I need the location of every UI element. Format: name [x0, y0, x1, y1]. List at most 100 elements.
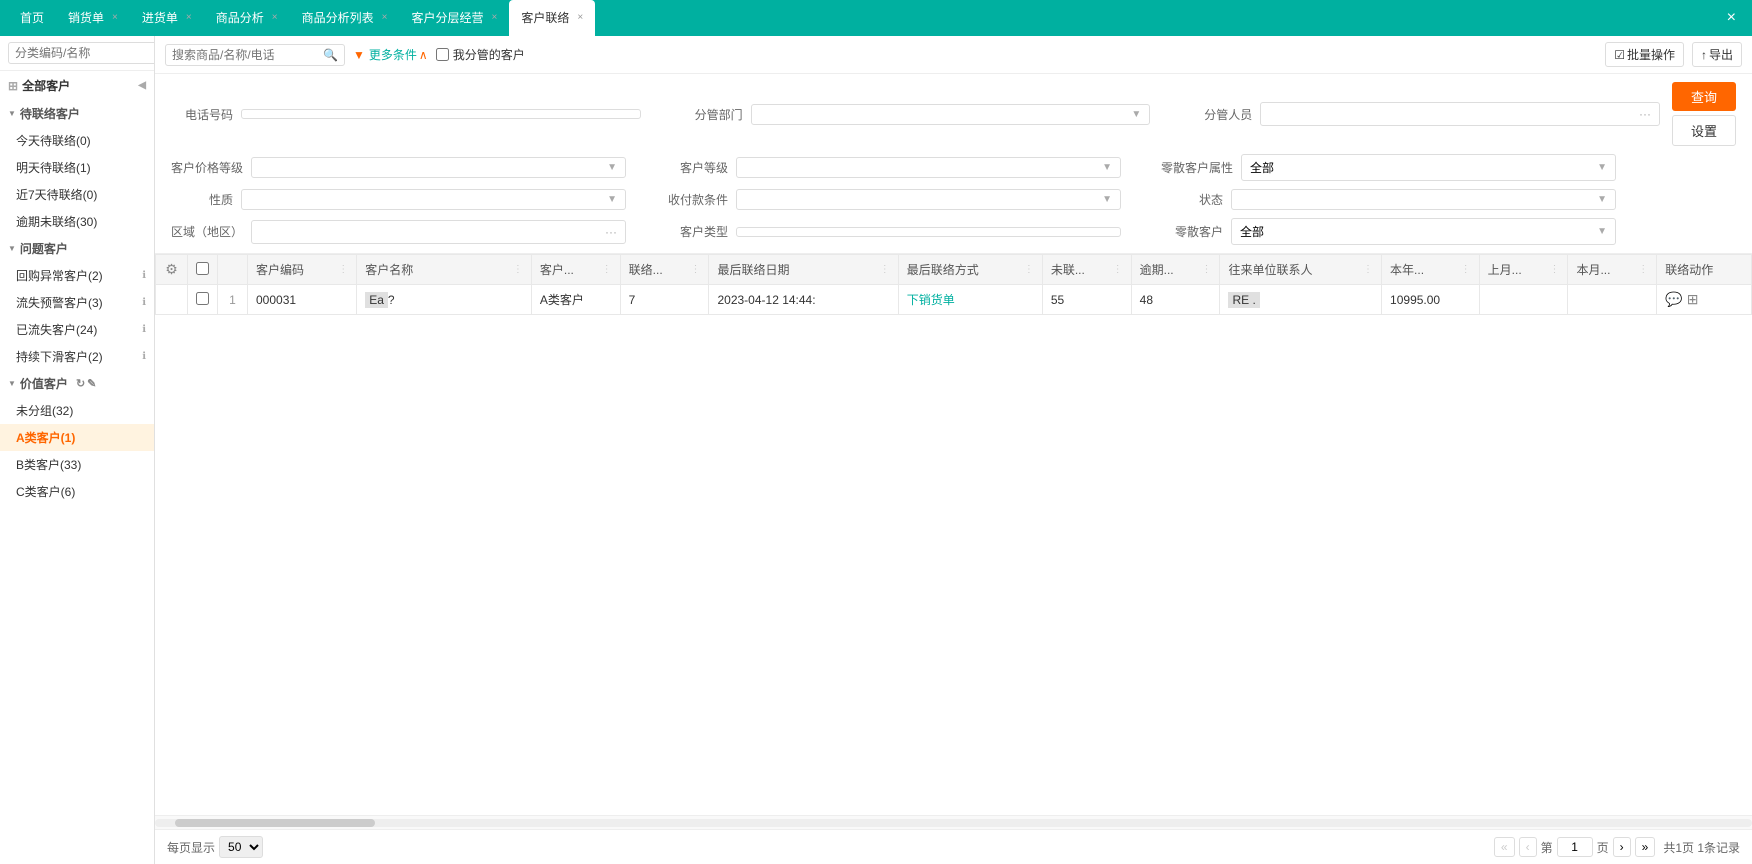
sidebar-item-churn-warning[interactable]: 流失预警客户(3) ℹ: [0, 289, 154, 316]
page-number-input[interactable]: [1557, 837, 1593, 857]
sidebar-item-overdue[interactable]: 逾期未联络(30): [0, 208, 154, 235]
sidebar-item-declining[interactable]: 持续下滑客户(2) ℹ: [0, 343, 154, 370]
info-icon-1: ℹ: [142, 270, 146, 281]
sidebar-item-today[interactable]: 今天待联络(0): [0, 127, 154, 154]
th-customer-name[interactable]: 客户名称 ⋮: [357, 255, 532, 285]
collapse-icon: ◀: [138, 80, 146, 91]
person-input[interactable]: ···: [1260, 102, 1660, 126]
sidebar-item-churned[interactable]: 已流失客户(24) ℹ: [0, 316, 154, 343]
close-product-analysis-tab[interactable]: ×: [272, 0, 278, 36]
select-all-checkbox[interactable]: [196, 262, 209, 275]
resize-handle-2[interactable]: ⋮: [513, 264, 523, 275]
resize-handle-10[interactable]: ⋮: [1461, 264, 1471, 275]
refresh-icon[interactable]: ↻: [76, 377, 85, 390]
th-last-contact-date[interactable]: 最后联络日期 ⋮: [709, 255, 898, 285]
nav-product-analysis[interactable]: 商品分析 ×: [204, 0, 290, 36]
sidebar-item-7days[interactable]: 近7天待联络(0): [0, 181, 154, 208]
last-page-button[interactable]: »: [1635, 837, 1656, 857]
resize-handle-5[interactable]: ⋮: [880, 264, 890, 275]
phone-input[interactable]: [241, 109, 641, 119]
resize-handle[interactable]: ⋮: [338, 264, 348, 275]
dept-input[interactable]: ▼: [751, 104, 1151, 125]
th-customer-type[interactable]: 客户... ⋮: [531, 255, 620, 285]
next-page-button[interactable]: ›: [1613, 837, 1631, 857]
filter-search-icon[interactable]: 🔍: [323, 48, 338, 62]
last-contact-link[interactable]: 下销货单: [907, 293, 955, 307]
th-this-year[interactable]: 本年... ⋮: [1382, 255, 1480, 285]
resize-handle-12[interactable]: ⋮: [1638, 264, 1648, 275]
sidebar-value-header[interactable]: ▼ 价值客户 ↻ ✎: [0, 370, 154, 397]
payment-input[interactable]: ▼: [736, 189, 1121, 210]
sidebar-pending-header[interactable]: ▼ 待联络客户: [0, 100, 154, 127]
comment-icon[interactable]: 💬: [1665, 291, 1682, 308]
th-unit-contact[interactable]: 往来单位联系人 ⋮: [1220, 255, 1382, 285]
nav-customer-tier[interactable]: 客户分层经营 ×: [399, 0, 509, 36]
resize-handle-6[interactable]: ⋮: [1024, 264, 1034, 275]
close-all-button[interactable]: ×: [1719, 9, 1744, 27]
batch-icon: ☑: [1614, 48, 1625, 62]
sidebar-item-b-class[interactable]: B类客户(33): [0, 451, 154, 478]
settings-button[interactable]: 设置: [1672, 115, 1736, 146]
sidebar-item-ungrouped[interactable]: 未分组(32): [0, 397, 154, 424]
scrollbar-thumb[interactable]: [175, 819, 375, 827]
sidebar-item-a-class[interactable]: A类客户(1): [0, 424, 154, 451]
sidebar-item-repurchase-abnormal[interactable]: 回购异常客户(2) ℹ: [0, 262, 154, 289]
qr-icon[interactable]: ⊞: [1687, 291, 1699, 308]
nature-input[interactable]: ▼: [241, 189, 626, 210]
close-product-list-tab[interactable]: ×: [382, 0, 388, 36]
nav-product-list[interactable]: 商品分析列表 ×: [290, 0, 400, 36]
customer-type-input[interactable]: [736, 227, 1121, 237]
sidebar-search-input[interactable]: [8, 42, 155, 64]
resize-handle-9[interactable]: ⋮: [1363, 264, 1373, 275]
th-no-contact[interactable]: 未联... ⋮: [1042, 255, 1131, 285]
nav-purchase[interactable]: 进货单 ×: [130, 0, 204, 36]
price-level-input[interactable]: ▼: [251, 157, 626, 178]
th-contact-count[interactable]: 联络... ⋮: [620, 255, 709, 285]
nav-home[interactable]: 首页: [8, 0, 56, 36]
close-sales-tab[interactable]: ×: [112, 0, 118, 36]
close-customer-tier-tab[interactable]: ×: [491, 0, 497, 36]
close-customer-contact-tab[interactable]: ×: [577, 0, 583, 36]
sidebar-all-customers-header[interactable]: ⊞ 全部客户 ◀: [0, 71, 154, 100]
th-this-month[interactable]: 本月... ⋮: [1568, 255, 1657, 285]
zero-customer-input[interactable]: 全部 ▼: [1231, 218, 1616, 245]
th-customer-code[interactable]: 客户编码 ⋮: [248, 255, 357, 285]
batch-operation-button[interactable]: ☑ 批量操作: [1605, 42, 1684, 67]
horizontal-scrollbar[interactable]: [155, 815, 1752, 829]
status-input[interactable]: ▼: [1231, 189, 1616, 210]
th-contact-action[interactable]: 联络动作: [1657, 255, 1752, 285]
gear-icon[interactable]: ⚙: [165, 261, 178, 277]
nav-sales[interactable]: 销货单 ×: [56, 0, 130, 36]
first-page-button[interactable]: «: [1494, 837, 1515, 857]
resize-handle-3[interactable]: ⋮: [602, 264, 612, 275]
my-customers-check[interactable]: [436, 48, 449, 61]
sidebar-item-tomorrow[interactable]: 明天待联络(1): [0, 154, 154, 181]
export-button[interactable]: ↑ 导出: [1692, 42, 1742, 67]
more-conditions-button[interactable]: ▼ 更多条件 ∧: [353, 46, 428, 63]
sidebar-pending-label: 待联络客户: [20, 105, 80, 122]
close-purchase-tab[interactable]: ×: [186, 0, 192, 36]
resize-handle-11[interactable]: ⋮: [1549, 264, 1559, 275]
prev-page-button[interactable]: ‹: [1519, 837, 1537, 857]
nav-customer-contact[interactable]: 客户联络 ×: [509, 0, 595, 36]
page-size-select[interactable]: 50: [219, 836, 263, 858]
edit-icon[interactable]: ✎: [87, 377, 96, 390]
th-last-contact-method[interactable]: 最后联络方式 ⋮: [898, 255, 1042, 285]
th-overdue[interactable]: 逾期... ⋮: [1131, 255, 1220, 285]
area-input[interactable]: ···: [251, 220, 626, 244]
customer-level-arrow: ▼: [1102, 162, 1112, 173]
resize-handle-4[interactable]: ⋮: [690, 264, 700, 275]
td-last-contact-date: 2023-04-12 14:44:: [709, 285, 898, 315]
my-customers-checkbox[interactable]: 我分管的客户: [436, 46, 525, 63]
query-button[interactable]: 查询: [1672, 82, 1736, 111]
sidebar-item-c-class[interactable]: C类客户(6): [0, 478, 154, 505]
filter-search-input[interactable]: [172, 48, 323, 62]
resize-handle-7[interactable]: ⋮: [1113, 264, 1123, 275]
main-layout: 🔍 ⊞ 全部客户 ◀ ▼ 待联络客户 今天待联络(0) 明天待联络(1) 近7天…: [0, 36, 1752, 864]
sidebar-problem-header[interactable]: ▼ 问题客户: [0, 235, 154, 262]
zero-attr-input[interactable]: 全部 ▼: [1241, 154, 1616, 181]
th-last-month[interactable]: 上月... ⋮: [1479, 255, 1568, 285]
resize-handle-8[interactable]: ⋮: [1201, 264, 1211, 275]
customer-level-input[interactable]: ▼: [736, 157, 1121, 178]
row-checkbox[interactable]: [196, 292, 209, 305]
